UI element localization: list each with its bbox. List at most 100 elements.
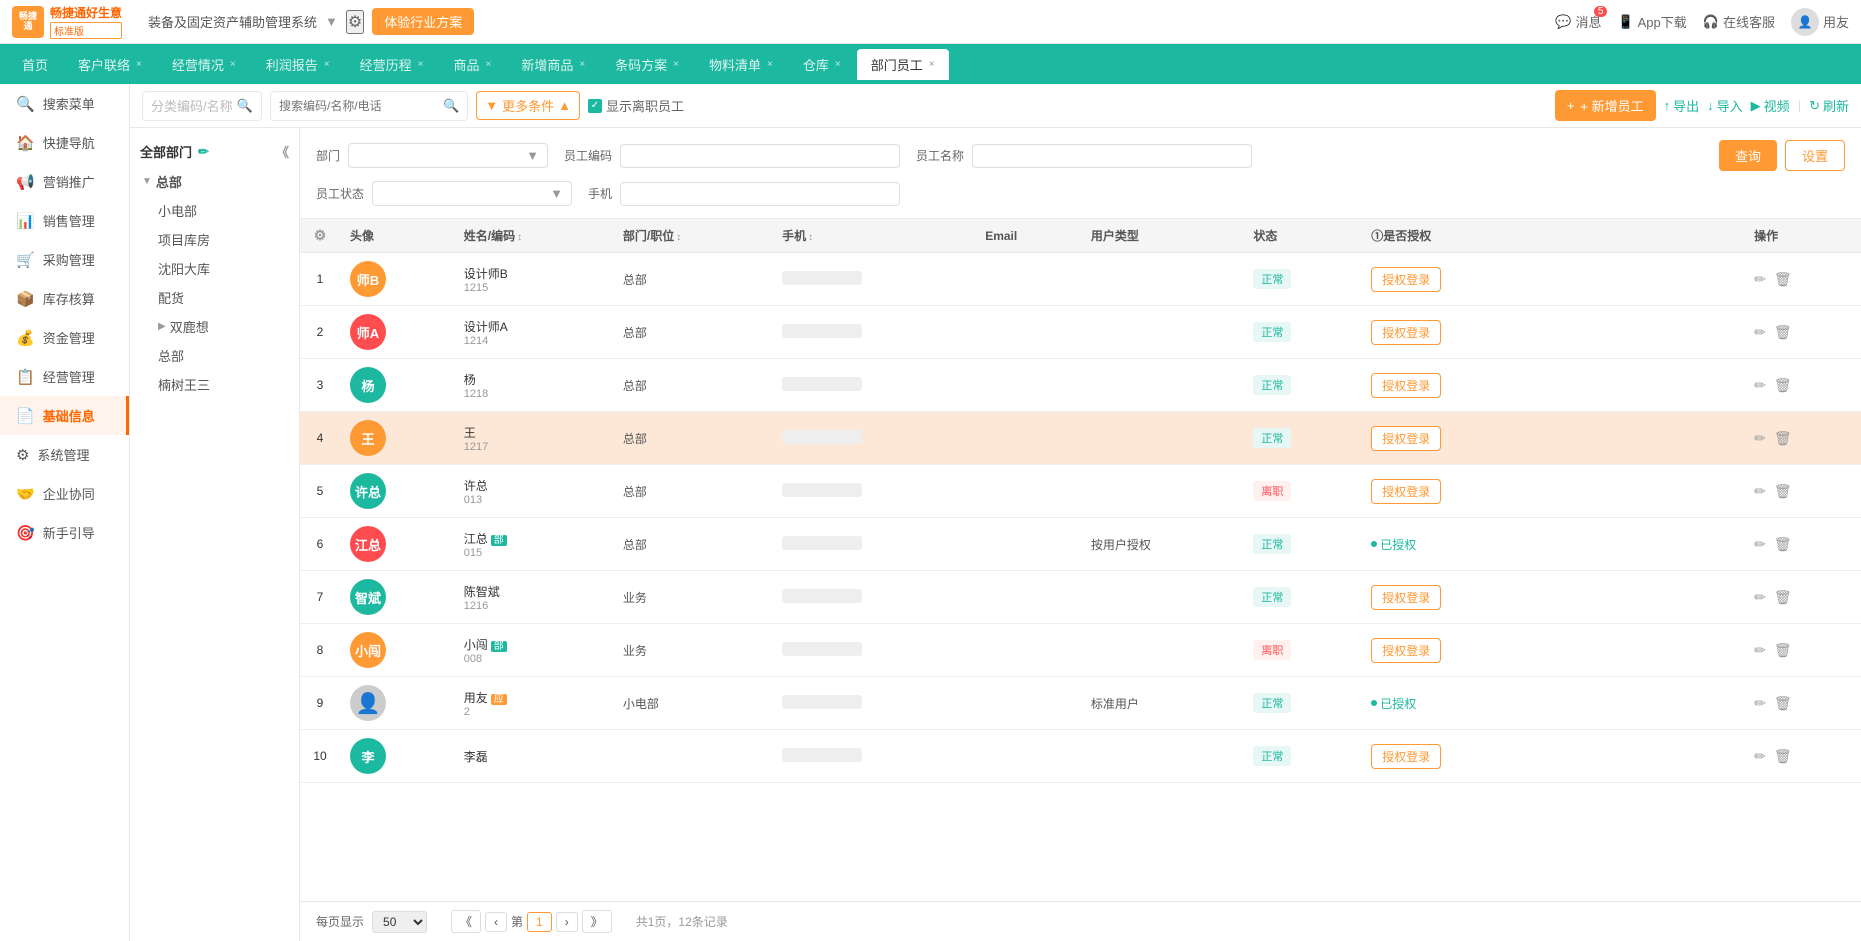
dept-node-shenyang[interactable]: 沈阳大库 bbox=[130, 254, 299, 283]
tab-warehouse[interactable]: 仓库 × bbox=[789, 49, 855, 80]
dept-node-project-warehouse[interactable]: 项目库房 bbox=[130, 225, 299, 254]
delete-icon[interactable]: 🗑 bbox=[1774, 483, 1792, 500]
delete-icon[interactable]: 🗑 bbox=[1774, 377, 1792, 394]
delete-icon[interactable]: 🗑 bbox=[1774, 695, 1792, 712]
app-download-button[interactable]: 📱 App下载 bbox=[1617, 12, 1686, 31]
dept-node-small-electric[interactable]: 小电部 bbox=[130, 196, 299, 225]
dept-node-headquarters[interactable]: ▼ 总部 bbox=[130, 167, 299, 196]
try-industry-button[interactable]: 体验行业方案 bbox=[372, 8, 474, 35]
show-resigned-checkbox[interactable]: ✓ 显示离职员工 bbox=[588, 96, 684, 115]
sidebar-item-purchase[interactable]: 🛒 采购管理 bbox=[0, 240, 129, 279]
sidebar-item-cooperation[interactable]: 🤝 企业协同 bbox=[0, 474, 129, 513]
sidebar-item-search[interactable]: 🔍 搜索菜单 bbox=[0, 84, 129, 123]
sidebar-item-system[interactable]: ⚙ 系统管理 bbox=[0, 435, 129, 474]
category-search-box[interactable]: 分类编码/名称 🔍 bbox=[142, 91, 262, 121]
delete-icon[interactable]: 🗑 bbox=[1774, 589, 1792, 606]
sidebar-item-guide[interactable]: 🎯 新手引导 bbox=[0, 513, 129, 552]
edit-icon[interactable]: ✏ bbox=[1754, 324, 1766, 341]
delete-icon[interactable]: 🗑 bbox=[1774, 324, 1792, 341]
dept-node-nanshuwangsan[interactable]: 楠树王三 bbox=[130, 370, 299, 399]
tab-history[interactable]: 经营历程 × bbox=[346, 49, 438, 80]
delete-icon[interactable]: 🗑 bbox=[1774, 748, 1792, 765]
next-page-button[interactable]: › bbox=[556, 912, 578, 932]
delete-icon[interactable]: 🗑 bbox=[1774, 271, 1792, 288]
close-icon[interactable]: × bbox=[579, 59, 585, 70]
online-service-button[interactable]: 🎧 在线客服 bbox=[1703, 12, 1775, 31]
close-icon[interactable]: × bbox=[324, 59, 330, 70]
delete-icon[interactable]: 🗑 bbox=[1774, 642, 1792, 659]
refresh-button[interactable]: ↻ 刷新 bbox=[1809, 96, 1849, 115]
gear-button[interactable]: ⚙ bbox=[346, 10, 364, 34]
import-button[interactable]: ↓ 导入 bbox=[1707, 96, 1743, 115]
col-phone[interactable]: 手机↕ bbox=[772, 219, 975, 253]
last-page-button[interactable]: 》 bbox=[582, 910, 612, 933]
close-icon[interactable]: × bbox=[929, 59, 935, 70]
delete-icon[interactable]: 🗑 bbox=[1774, 430, 1792, 447]
tab-operation[interactable]: 经营情况 × bbox=[158, 49, 250, 80]
dropdown-arrow[interactable]: ▼ bbox=[325, 14, 338, 29]
edit-icon[interactable]: ✏ bbox=[1754, 589, 1766, 606]
reset-button[interactable]: 设置 bbox=[1785, 140, 1845, 171]
sidebar-item-finance[interactable]: 💰 资金管理 bbox=[0, 318, 129, 357]
edit-icon[interactable]: ✏ bbox=[1754, 695, 1766, 712]
dept-select[interactable]: ▼ bbox=[348, 143, 548, 168]
close-icon[interactable]: × bbox=[767, 59, 773, 70]
phone-input[interactable] bbox=[620, 182, 900, 206]
close-icon[interactable]: × bbox=[485, 59, 491, 70]
emp-name-input[interactable] bbox=[972, 144, 1252, 168]
close-icon[interactable]: × bbox=[230, 59, 236, 70]
message-button[interactable]: 💬 消息 5 bbox=[1555, 12, 1601, 31]
collapse-icon[interactable]: 《 bbox=[276, 142, 289, 161]
edit-icon[interactable]: ✏ bbox=[1754, 536, 1766, 553]
emp-code-input[interactable] bbox=[620, 144, 900, 168]
tab-barcode[interactable]: 条码方案 × bbox=[601, 49, 693, 80]
auth-login-button[interactable]: 授权登录 bbox=[1371, 267, 1441, 292]
close-icon[interactable]: × bbox=[418, 59, 424, 70]
tab-bom[interactable]: 物料清单 × bbox=[695, 49, 787, 80]
user-menu[interactable]: 👤 用友 bbox=[1791, 8, 1849, 36]
sidebar-item-quick-nav[interactable]: 🏠 快捷导航 bbox=[0, 123, 129, 162]
query-button[interactable]: 查询 bbox=[1719, 140, 1777, 171]
add-employee-button[interactable]: + + 新增员工 bbox=[1555, 90, 1656, 121]
auth-login-button[interactable]: 授权登录 bbox=[1371, 744, 1441, 769]
employee-search-box[interactable]: 🔍 bbox=[270, 91, 468, 121]
close-icon[interactable]: × bbox=[835, 59, 841, 70]
tab-home[interactable]: 首页 bbox=[8, 49, 62, 80]
sidebar-item-inventory[interactable]: 📦 库存核算 bbox=[0, 279, 129, 318]
dept-node-shuanglu[interactable]: ▶ 双鹿想 bbox=[130, 312, 299, 341]
sidebar-item-sales[interactable]: 📊 销售管理 bbox=[0, 201, 129, 240]
edit-icon[interactable]: ✏ bbox=[1754, 271, 1766, 288]
close-icon[interactable]: × bbox=[136, 59, 142, 70]
tab-department-staff[interactable]: 部门员工 × bbox=[857, 49, 949, 80]
dept-node-distribution[interactable]: 配货 bbox=[130, 283, 299, 312]
auth-login-button[interactable]: 授权登录 bbox=[1371, 585, 1441, 610]
col-name[interactable]: 姓名/编码↕ bbox=[454, 219, 613, 253]
dept-node-hq[interactable]: 总部 bbox=[130, 341, 299, 370]
edit-icon[interactable]: ✏ bbox=[1754, 430, 1766, 447]
col-dept[interactable]: 部门/职位↕ bbox=[613, 219, 772, 253]
auth-login-button[interactable]: 授权登录 bbox=[1371, 479, 1441, 504]
tab-profit[interactable]: 利润报告 × bbox=[252, 49, 344, 80]
auth-login-button[interactable]: 授权登录 bbox=[1371, 426, 1441, 451]
edit-dept-icon[interactable]: ✏ bbox=[198, 144, 209, 160]
tab-goods[interactable]: 商品 × bbox=[439, 49, 505, 80]
settings-icon[interactable]: ⚙ bbox=[314, 227, 327, 243]
tab-add-goods[interactable]: 新增商品 × bbox=[507, 49, 599, 80]
more-filter-button[interactable]: ▼ 更多条件 ▲ bbox=[476, 91, 580, 120]
edit-icon[interactable]: ✏ bbox=[1754, 377, 1766, 394]
employee-search-input[interactable] bbox=[279, 99, 439, 113]
auth-login-button[interactable]: 授权登录 bbox=[1371, 373, 1441, 398]
first-page-button[interactable]: 《 bbox=[451, 910, 481, 933]
tab-customer[interactable]: 客户联络 × bbox=[64, 49, 156, 80]
sidebar-item-basic-info[interactable]: 📄 基础信息 bbox=[0, 396, 129, 435]
sidebar-item-business[interactable]: 📋 经营管理 bbox=[0, 357, 129, 396]
edit-icon[interactable]: ✏ bbox=[1754, 748, 1766, 765]
auth-login-button[interactable]: 授权登录 bbox=[1371, 320, 1441, 345]
close-icon[interactable]: × bbox=[673, 59, 679, 70]
col-settings-header[interactable]: ⚙ bbox=[300, 219, 340, 253]
edit-icon[interactable]: ✏ bbox=[1754, 483, 1766, 500]
export-button[interactable]: ↑ 导出 bbox=[1664, 96, 1700, 115]
page-size-select[interactable]: 50 100 bbox=[372, 911, 427, 933]
prev-page-button[interactable]: ‹ bbox=[485, 912, 507, 932]
delete-icon[interactable]: 🗑 bbox=[1774, 536, 1792, 553]
